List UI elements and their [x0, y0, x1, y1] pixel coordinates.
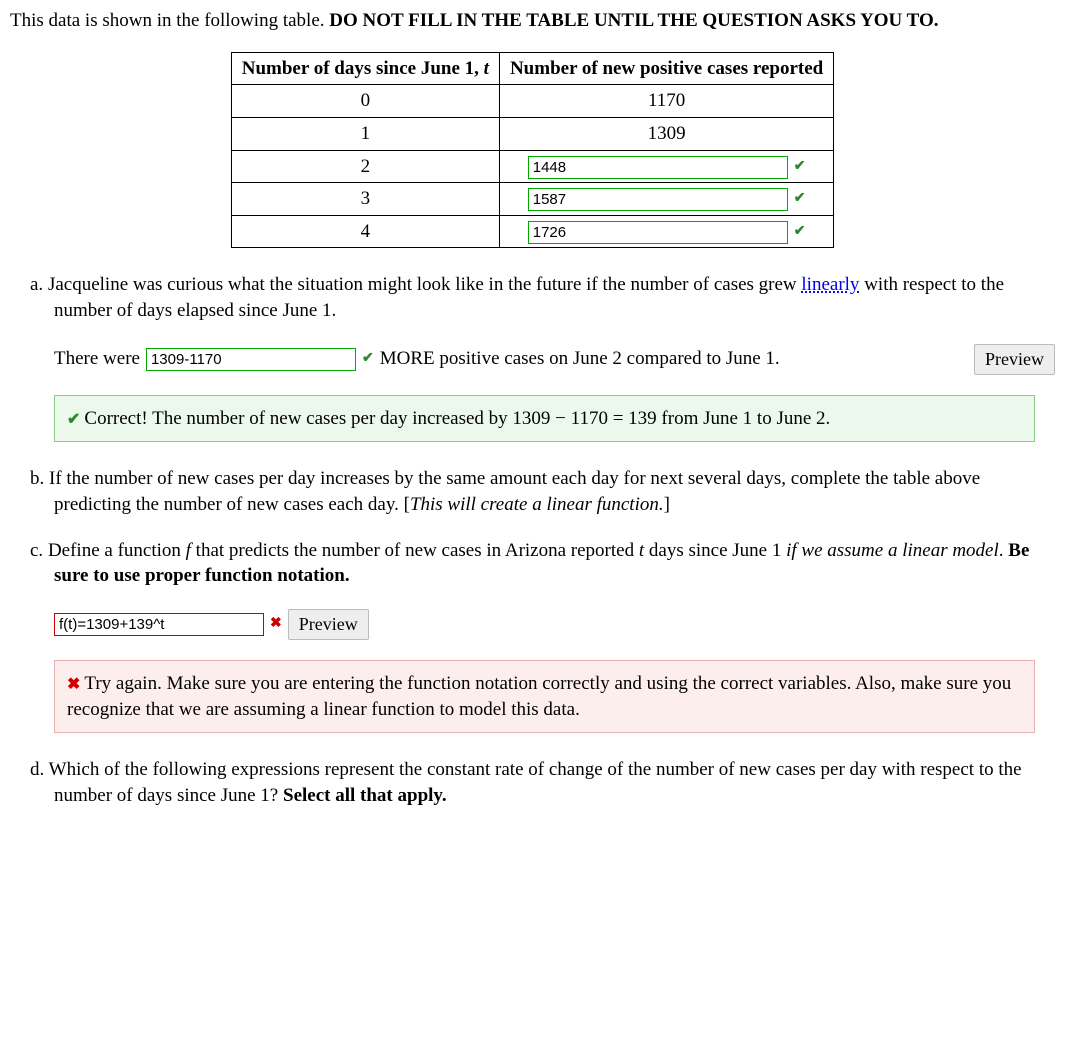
- table-cell-t: 3: [231, 183, 499, 216]
- table-header-days: Number of days since June 1, t: [231, 52, 499, 85]
- table-cell-t: 4: [231, 215, 499, 248]
- part-c: c. Define a function f that predicts the…: [30, 538, 1055, 589]
- part-c-post: .: [999, 540, 1009, 561]
- check-icon: ✔: [794, 158, 806, 177]
- intro-prefix: This data is shown in the following tabl…: [10, 10, 329, 31]
- data-table: Number of days since June 1, t Number of…: [231, 52, 835, 249]
- table-cell-t: 0: [231, 85, 499, 118]
- part-b-label: b.: [30, 468, 44, 489]
- preview-button[interactable]: Preview: [288, 609, 369, 640]
- x-icon: ✖: [67, 676, 80, 693]
- part-c-label: c.: [30, 540, 43, 561]
- part-d: d. Which of the following expressions re…: [30, 757, 1055, 808]
- part-a-text-pre: Jacqueline was curious what the situatio…: [48, 274, 801, 295]
- table-row: 1 1309: [231, 117, 834, 150]
- table-cell-t: 1: [231, 117, 499, 150]
- intro-paragraph: This data is shown in the following tabl…: [10, 8, 1055, 34]
- table-cell-t: 2: [231, 150, 499, 183]
- part-a-answer-row: There were ✔ MORE positive cases on June…: [54, 344, 1055, 375]
- check-icon: ✔: [794, 190, 806, 209]
- table-row: 0 1170: [231, 85, 834, 118]
- part-a-line-pre: There were: [54, 346, 140, 372]
- function-input[interactable]: [54, 613, 264, 636]
- cases-input-row2[interactable]: [528, 156, 788, 179]
- part-a-line-post: MORE positive cases on June 2 compared t…: [380, 346, 968, 372]
- part-b-text-post: ]: [664, 494, 670, 515]
- part-d-text: Which of the following expressions repre…: [49, 759, 1022, 806]
- difference-input[interactable]: [146, 348, 356, 371]
- table-row: 3 ✔: [231, 183, 834, 216]
- part-a: a. Jacqueline was curious what the situa…: [30, 272, 1055, 323]
- table-cell-val: 1309: [499, 117, 833, 150]
- intro-warning: DO NOT FILL IN THE TABLE UNTIL THE QUEST…: [329, 10, 938, 31]
- check-icon: ✔: [794, 223, 806, 242]
- table-cell-val: ✔: [499, 183, 833, 216]
- table-row: 2 ✔: [231, 150, 834, 183]
- check-icon: ✔: [67, 411, 80, 428]
- cases-input-row4[interactable]: [528, 221, 788, 244]
- table-cell-val: 1170: [499, 85, 833, 118]
- part-c-mid1: that predicts the number of new cases in…: [191, 540, 639, 561]
- part-a-label: a.: [30, 274, 43, 295]
- part-b: b. If the number of new cases per day in…: [30, 466, 1055, 517]
- table-cell-val: ✔: [499, 215, 833, 248]
- part-c-pre1: Define a function: [48, 540, 186, 561]
- preview-button[interactable]: Preview: [974, 344, 1055, 375]
- part-b-italic: This will create a linear function.: [410, 494, 664, 515]
- part-c-feedback: ✖Try again. Make sure you are entering t…: [54, 660, 1035, 733]
- part-a-feedback: ✔Correct! The number of new cases per da…: [54, 395, 1035, 443]
- part-c-italic: if we assume a linear model: [786, 540, 999, 561]
- table-cell-val: ✔: [499, 150, 833, 183]
- part-d-bold: Select all that apply.: [283, 785, 447, 806]
- table-header-cases: Number of new positive cases reported: [499, 52, 833, 85]
- check-icon: ✔: [362, 350, 374, 369]
- table-row: 4 ✔: [231, 215, 834, 248]
- part-c-mid2: days since June 1: [644, 540, 786, 561]
- cases-input-row3[interactable]: [528, 188, 788, 211]
- part-d-label: d.: [30, 759, 44, 780]
- part-c-feedback-text: Try again. Make sure you are entering th…: [67, 673, 1011, 720]
- linearly-link[interactable]: linearly: [801, 274, 859, 295]
- part-c-answer-row: ✖ Preview: [54, 609, 1055, 640]
- part-a-feedback-text: Correct! The number of new cases per day…: [84, 408, 830, 429]
- x-icon: ✖: [270, 615, 282, 634]
